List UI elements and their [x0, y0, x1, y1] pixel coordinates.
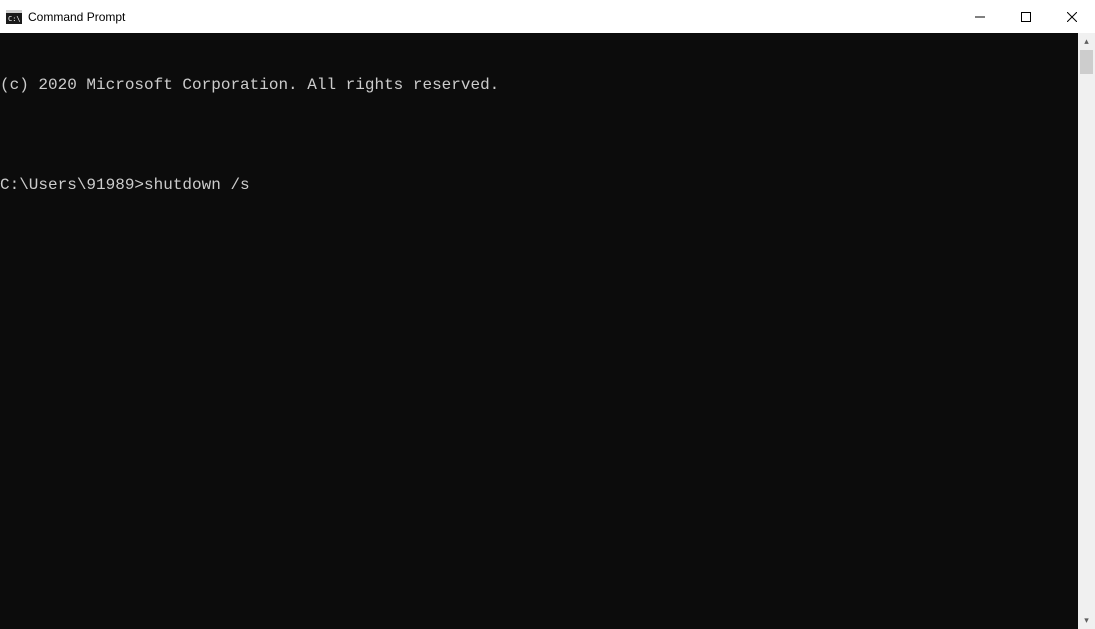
window-controls [957, 0, 1095, 33]
terminal-output[interactable]: (c) 2020 Microsoft Corporation. All righ… [0, 33, 1078, 629]
titlebar[interactable]: C:\ Command Prompt [0, 0, 1095, 33]
minimize-button[interactable] [957, 0, 1003, 33]
close-icon [1067, 12, 1077, 22]
window-title: Command Prompt [28, 10, 125, 24]
close-button[interactable] [1049, 0, 1095, 33]
scroll-track[interactable] [1078, 50, 1095, 612]
terminal-prompt-line: C:\Users\91989>shutdown /s [0, 175, 1078, 195]
maximize-button[interactable] [1003, 0, 1049, 33]
svg-text:C:\: C:\ [8, 15, 21, 23]
chevron-up-icon[interactable]: ▴ [1078, 33, 1095, 50]
terminal-area: (c) 2020 Microsoft Corporation. All righ… [0, 33, 1095, 629]
minimize-icon [975, 12, 985, 22]
maximize-icon [1021, 12, 1031, 22]
scroll-thumb[interactable] [1080, 50, 1093, 74]
chevron-down-icon[interactable]: ▾ [1078, 612, 1095, 629]
vertical-scrollbar[interactable]: ▴ ▾ [1078, 33, 1095, 629]
command-prompt-window: C:\ Command Prompt [0, 0, 1095, 629]
titlebar-left: C:\ Command Prompt [6, 9, 125, 25]
terminal-line: (c) 2020 Microsoft Corporation. All righ… [0, 75, 1078, 95]
cmd-icon: C:\ [6, 9, 22, 25]
